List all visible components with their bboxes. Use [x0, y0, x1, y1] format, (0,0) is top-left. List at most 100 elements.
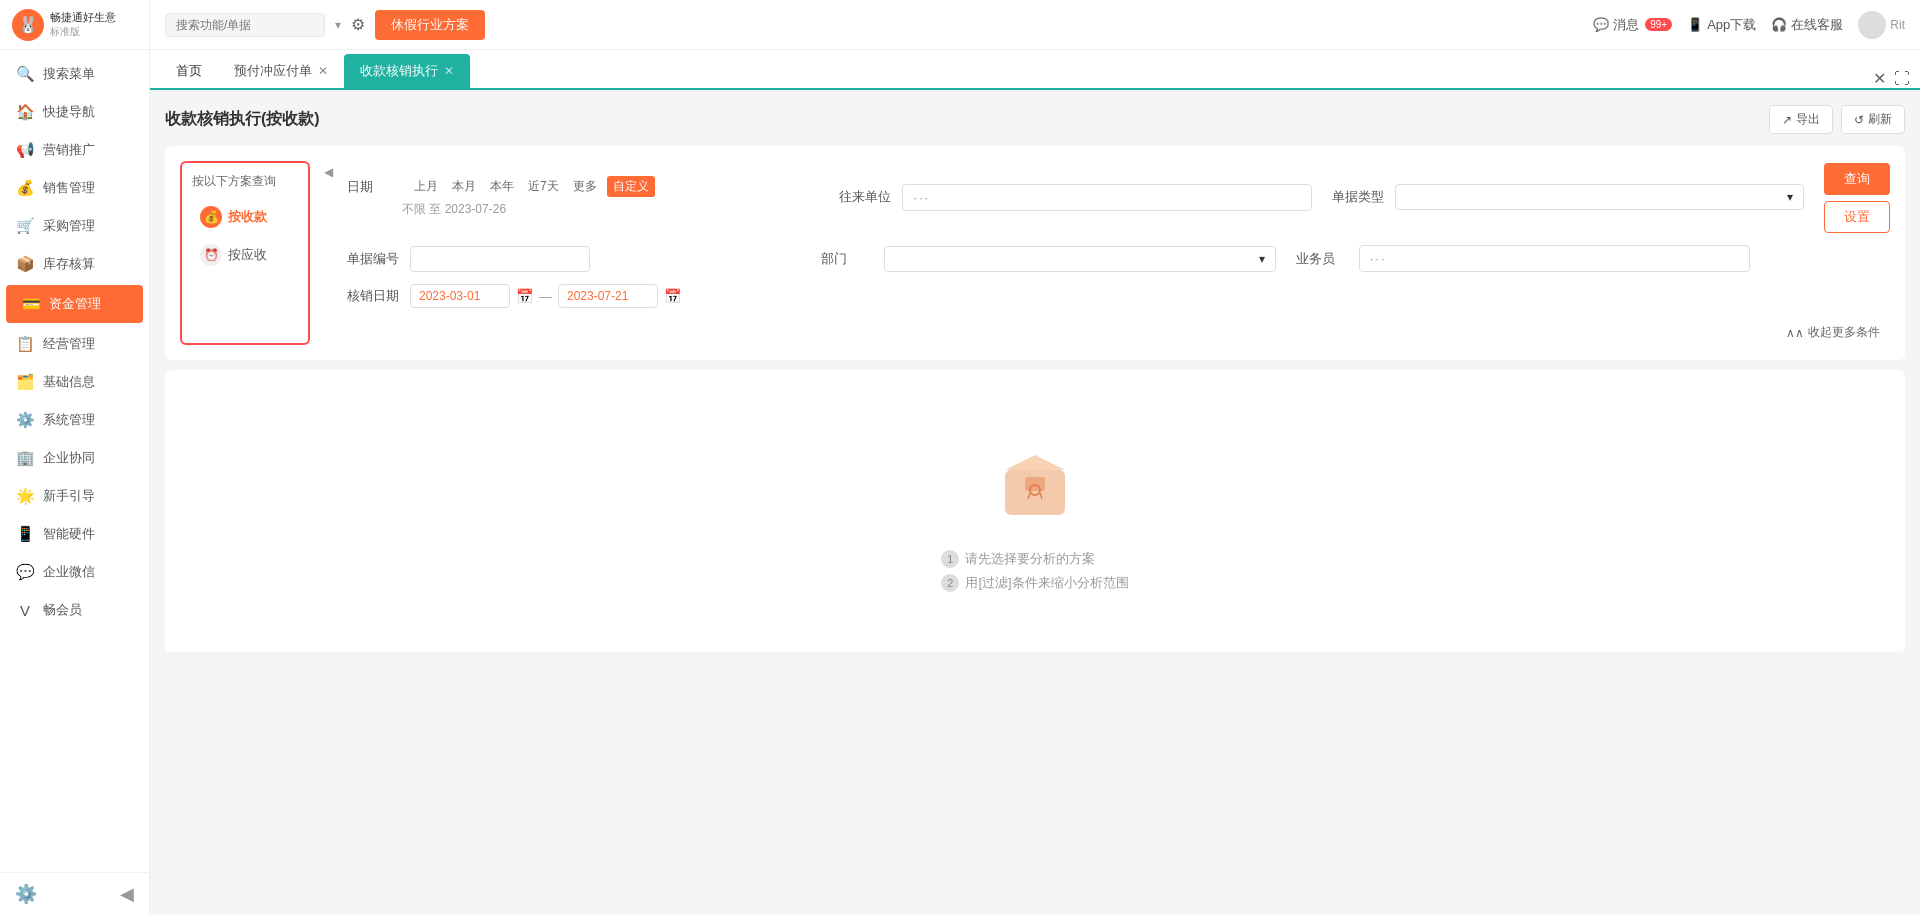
filter-scheme-sidebar: 按以下方案查询 💰 按收款 ⏰ 按应收: [180, 161, 310, 345]
tab-home[interactable]: 首页: [160, 54, 218, 88]
svg-marker-1: [1005, 455, 1065, 470]
doc-type-label: 单据类型: [1332, 188, 1387, 206]
setting-button[interactable]: 设置: [1824, 201, 1890, 233]
tab-prepay[interactable]: 预付冲应付单 ✕: [218, 54, 344, 88]
sidebar-item-guide[interactable]: 🌟 新手引导: [0, 477, 149, 515]
sidebar-item-sales[interactable]: 💰 销售管理: [0, 169, 149, 207]
collapse-more-btn[interactable]: ∧∧ 收起更多条件: [347, 320, 1890, 345]
sidebar-item-label: 基础信息: [43, 373, 95, 391]
enterprise-icon: 🏢: [15, 449, 35, 467]
sidebar-item-purchase[interactable]: 🛒 采购管理: [0, 207, 149, 245]
tab-receipt-close-icon[interactable]: ✕: [444, 64, 454, 78]
topbar-gear-icon[interactable]: ⚙: [351, 15, 365, 34]
content-area: 收款核销执行(按收款) ↗ 导出 ↺ 刷新 按以下方案查询 💰 按收款: [150, 90, 1920, 915]
svg-rect-0: [1005, 470, 1065, 515]
empty-tip-2: 2 用[过滤]条件来缩小分析范围: [941, 574, 1128, 592]
sidebar-item-label: 资金管理: [49, 295, 101, 313]
online-service-item[interactable]: 🎧 在线客服: [1771, 16, 1843, 34]
search-icon: 🔍: [15, 65, 35, 83]
member-icon: V: [15, 602, 35, 619]
expand-tab-icon[interactable]: ⛶: [1894, 70, 1910, 88]
sidebar-item-inventory[interactable]: 📦 库存核算: [0, 245, 149, 283]
date-separator: —: [539, 289, 552, 304]
date-range-unlimit: 不限 至 2023-07-26: [402, 201, 506, 218]
sidebar-item-label: 搜索菜单: [43, 65, 95, 83]
sidebar-item-system[interactable]: ⚙️ 系统管理: [0, 401, 149, 439]
query-button[interactable]: 查询: [1824, 163, 1890, 195]
export-button[interactable]: ↗ 导出: [1769, 105, 1833, 134]
sidebar-logo: 🐰 畅捷通好生意 标准版: [0, 0, 149, 50]
calendar-start-icon[interactable]: 📅: [516, 288, 533, 304]
sidebar-item-quick[interactable]: 🏠 快捷导航: [0, 93, 149, 131]
filter-collapse-icon[interactable]: ◀: [320, 161, 337, 345]
calendar-end-icon[interactable]: 📅: [664, 288, 681, 304]
sidebar: 🐰 畅捷通好生意 标准版 🔍 搜索菜单 🏠 快捷导航 📢 营销推广 💰 销售管理…: [0, 0, 150, 915]
sidebar-item-label: 销售管理: [43, 179, 95, 197]
refresh-button[interactable]: ↺ 刷新: [1841, 105, 1905, 134]
doc-type-select[interactable]: ▾: [1395, 184, 1804, 210]
service-label: 在线客服: [1791, 16, 1843, 34]
tip-text-2: 用[过滤]条件来缩小分析范围: [965, 574, 1128, 592]
app-download-item[interactable]: 📱 App下载: [1687, 16, 1756, 34]
user-avatar: [1858, 11, 1886, 39]
filter-option-by-receivable[interactable]: ⏰ 按应收: [192, 238, 298, 272]
settings-footer-icon[interactable]: ⚙️: [15, 883, 37, 905]
sidebar-footer: ⚙️ ◀: [0, 872, 149, 915]
doc-type-filter-group: 单据类型 ▾: [1332, 184, 1804, 210]
date-this-month[interactable]: 本月: [448, 176, 480, 197]
sidebar-item-smart[interactable]: 📱 智能硬件: [0, 515, 149, 553]
collapse-sidebar-icon[interactable]: ◀: [120, 883, 134, 905]
date-last-month[interactable]: 上月: [410, 176, 442, 197]
tab-home-label: 首页: [176, 62, 202, 80]
sidebar-item-management[interactable]: 📋 经营管理: [0, 325, 149, 363]
collapse-up-icon: ∧∧: [1786, 326, 1804, 340]
sidebar-item-finance[interactable]: 💳 资金管理: [6, 285, 143, 323]
tab-prepay-label: 预付冲应付单: [234, 62, 312, 80]
topbar-left: ▾ ⚙ 休假行业方案: [165, 10, 485, 40]
tab-receipt[interactable]: 收款核销执行 ✕: [344, 54, 470, 88]
wechat-icon: 💬: [15, 563, 35, 581]
empty-box-svg: [990, 435, 1080, 525]
salesperson-select[interactable]: ···: [1359, 245, 1750, 272]
filter-panel: 按以下方案查询 💰 按收款 ⏰ 按应收 ◀ 日期: [165, 146, 1905, 360]
logo-text: 畅捷通好生意: [50, 10, 116, 24]
guide-icon: 🌟: [15, 487, 35, 505]
user-item[interactable]: Rit: [1858, 11, 1905, 39]
sidebar-item-search[interactable]: 🔍 搜索菜单: [0, 55, 149, 93]
inventory-icon: 📦: [15, 255, 35, 273]
topbar-dropdown-arrow[interactable]: ▾: [335, 18, 341, 32]
filter-option-receivable-label: 按应收: [228, 246, 267, 264]
tab-prepay-close-icon[interactable]: ✕: [318, 64, 328, 78]
sidebar-item-basic[interactable]: 🗂️ 基础信息: [0, 363, 149, 401]
date-this-year[interactable]: 本年: [486, 176, 518, 197]
sidebar-item-label: 库存核算: [43, 255, 95, 273]
logo-sub: 标准版: [50, 25, 116, 39]
doc-no-input[interactable]: [410, 246, 590, 272]
close-tab-icon[interactable]: ✕: [1873, 69, 1886, 88]
date-7days[interactable]: 近7天: [524, 176, 563, 197]
topbar-search-input[interactable]: [165, 13, 325, 37]
department-label: 部门: [821, 250, 876, 268]
sidebar-item-enterprise[interactable]: 🏢 企业协同: [0, 439, 149, 477]
topbar: ▾ ⚙ 休假行业方案 💬 消息 99+ 📱 App下载 🎧 在线客服 Rit: [150, 0, 1920, 50]
sidebar-item-label: 畅会员: [43, 601, 82, 619]
system-icon: ⚙️: [15, 411, 35, 429]
message-label: 消息: [1613, 16, 1639, 34]
counterparty-select[interactable]: ···: [902, 184, 1311, 211]
message-item[interactable]: 💬 消息 99+: [1593, 16, 1672, 34]
date-more[interactable]: 更多: [569, 176, 601, 197]
verify-date-start-input[interactable]: [410, 284, 510, 308]
date-custom[interactable]: 自定义: [607, 176, 655, 197]
department-select[interactable]: ▾: [884, 246, 1275, 272]
page-title: 收款核销执行(按收款): [165, 109, 320, 130]
salesperson-label: 业务员: [1296, 250, 1351, 268]
sidebar-item-wechat[interactable]: 💬 企业微信: [0, 553, 149, 591]
solution-button[interactable]: 休假行业方案: [375, 10, 485, 40]
sidebar-item-marketing[interactable]: 📢 营销推广: [0, 131, 149, 169]
sidebar-item-member[interactable]: V 畅会员: [0, 591, 149, 629]
filter-sidebar-title: 按以下方案查询: [192, 173, 298, 190]
doc-no-filter-group: 单据编号: [347, 246, 801, 272]
verify-date-end-input[interactable]: [558, 284, 658, 308]
counterparty-filter-group: 往来单位 ···: [839, 184, 1311, 211]
filter-option-by-receipt[interactable]: 💰 按收款: [192, 200, 298, 234]
